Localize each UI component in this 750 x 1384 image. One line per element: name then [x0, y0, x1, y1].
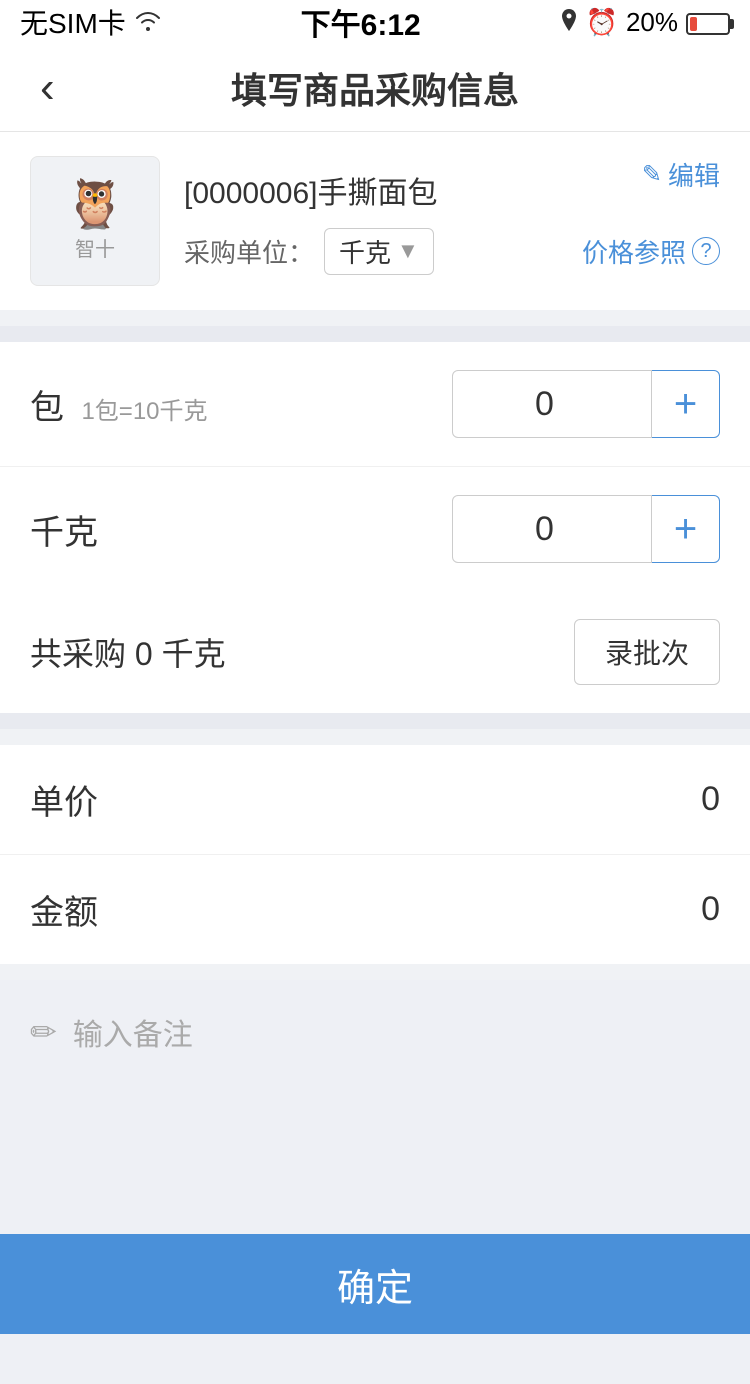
unit-price-row: 单价 0 [0, 745, 750, 855]
product-image: 🦉 智十 [30, 156, 160, 286]
edit-icon: ✎ [642, 160, 662, 189]
bag-quantity-input[interactable] [452, 370, 652, 438]
status-bar: 无SIM卡 下午6:12 ⏰ 20% [0, 0, 750, 44]
status-time: 下午6:12 [301, 0, 421, 44]
total-row: 共采购 0 千克 录批次 [0, 591, 750, 713]
page-title: 填写商品采购信息 [231, 62, 519, 114]
pencil-icon: ✏ [30, 1013, 57, 1051]
section-divider-1 [0, 326, 750, 342]
remark-placeholder: 输入备注 [73, 1010, 193, 1054]
kg-quantity-row: 千克 + [0, 467, 750, 591]
help-icon: ? [692, 237, 720, 265]
edit-label: 编辑 [668, 156, 720, 193]
kg-label: 千克 [30, 505, 452, 554]
price-ref-button[interactable]: 价格参照 ? [582, 233, 720, 270]
kg-quantity-input[interactable] [452, 495, 652, 563]
bag-input-wrap: + [452, 370, 720, 438]
remark-section[interactable]: ✏ 输入备注 [0, 980, 750, 1084]
quantity-section: 包 1包=10千克 + 千克 + [0, 342, 750, 591]
battery-icon [686, 7, 730, 38]
kg-input-wrap: + [452, 495, 720, 563]
product-brand-text: 智十 [75, 233, 115, 262]
product-info: [0000006]手撕面包 ✎ 编辑 采购单位： 千克 ▼ 价格参照 ? [184, 168, 720, 275]
unit-price-value: 0 [701, 780, 720, 819]
price-section: 单价 0 金额 0 [0, 745, 750, 964]
bag-sublabel: 1包=10千克 [81, 398, 207, 425]
product-meta: 采购单位： 千克 ▼ 价格参照 ? [184, 228, 720, 275]
carrier-text: 无SIM卡 [20, 2, 126, 42]
unit-price-label: 单价 [30, 775, 98, 824]
edit-button[interactable]: ✎ 编辑 [642, 156, 720, 193]
confirm-button[interactable]: 确定 [0, 1234, 750, 1334]
purchase-unit-label: 采购单位： [184, 233, 314, 270]
unit-select[interactable]: 千克 ▼ [324, 228, 434, 275]
product-name: [0000006]手撕面包 [184, 168, 437, 212]
record-batch-button[interactable]: 录批次 [574, 619, 720, 685]
amount-row: 金额 0 [0, 855, 750, 964]
location-icon [560, 7, 578, 38]
wifi-icon [134, 6, 162, 38]
alarm-icon: ⏰ [586, 7, 618, 38]
nav-bar: ‹ 填写商品采购信息 [0, 44, 750, 132]
back-button[interactable]: ‹ [30, 53, 65, 123]
kg-plus-button[interactable]: + [652, 495, 720, 563]
purchase-unit: 采购单位： 千克 ▼ [184, 228, 434, 275]
bag-label: 包 1包=10千克 [30, 380, 452, 429]
product-owl-icon: 🦉 [65, 181, 125, 229]
bag-plus-button[interactable]: + [652, 370, 720, 438]
chevron-down-icon: ▼ [397, 238, 419, 264]
product-card: 🦉 智十 [0000006]手撕面包 ✎ 编辑 采购单位： 千克 ▼ [0, 132, 750, 310]
section-divider-2 [0, 713, 750, 729]
battery-percent: 20% [626, 7, 678, 38]
bag-quantity-row: 包 1包=10千克 + [0, 342, 750, 467]
price-ref-label: 价格参照 [582, 233, 686, 270]
amount-label: 金额 [30, 885, 98, 934]
total-label: 共采购 0 千克 [30, 629, 226, 675]
status-right: ⏰ 20% [560, 7, 730, 38]
status-left: 无SIM卡 [20, 2, 162, 42]
amount-value: 0 [701, 890, 720, 929]
unit-value: 千克 [339, 233, 391, 270]
